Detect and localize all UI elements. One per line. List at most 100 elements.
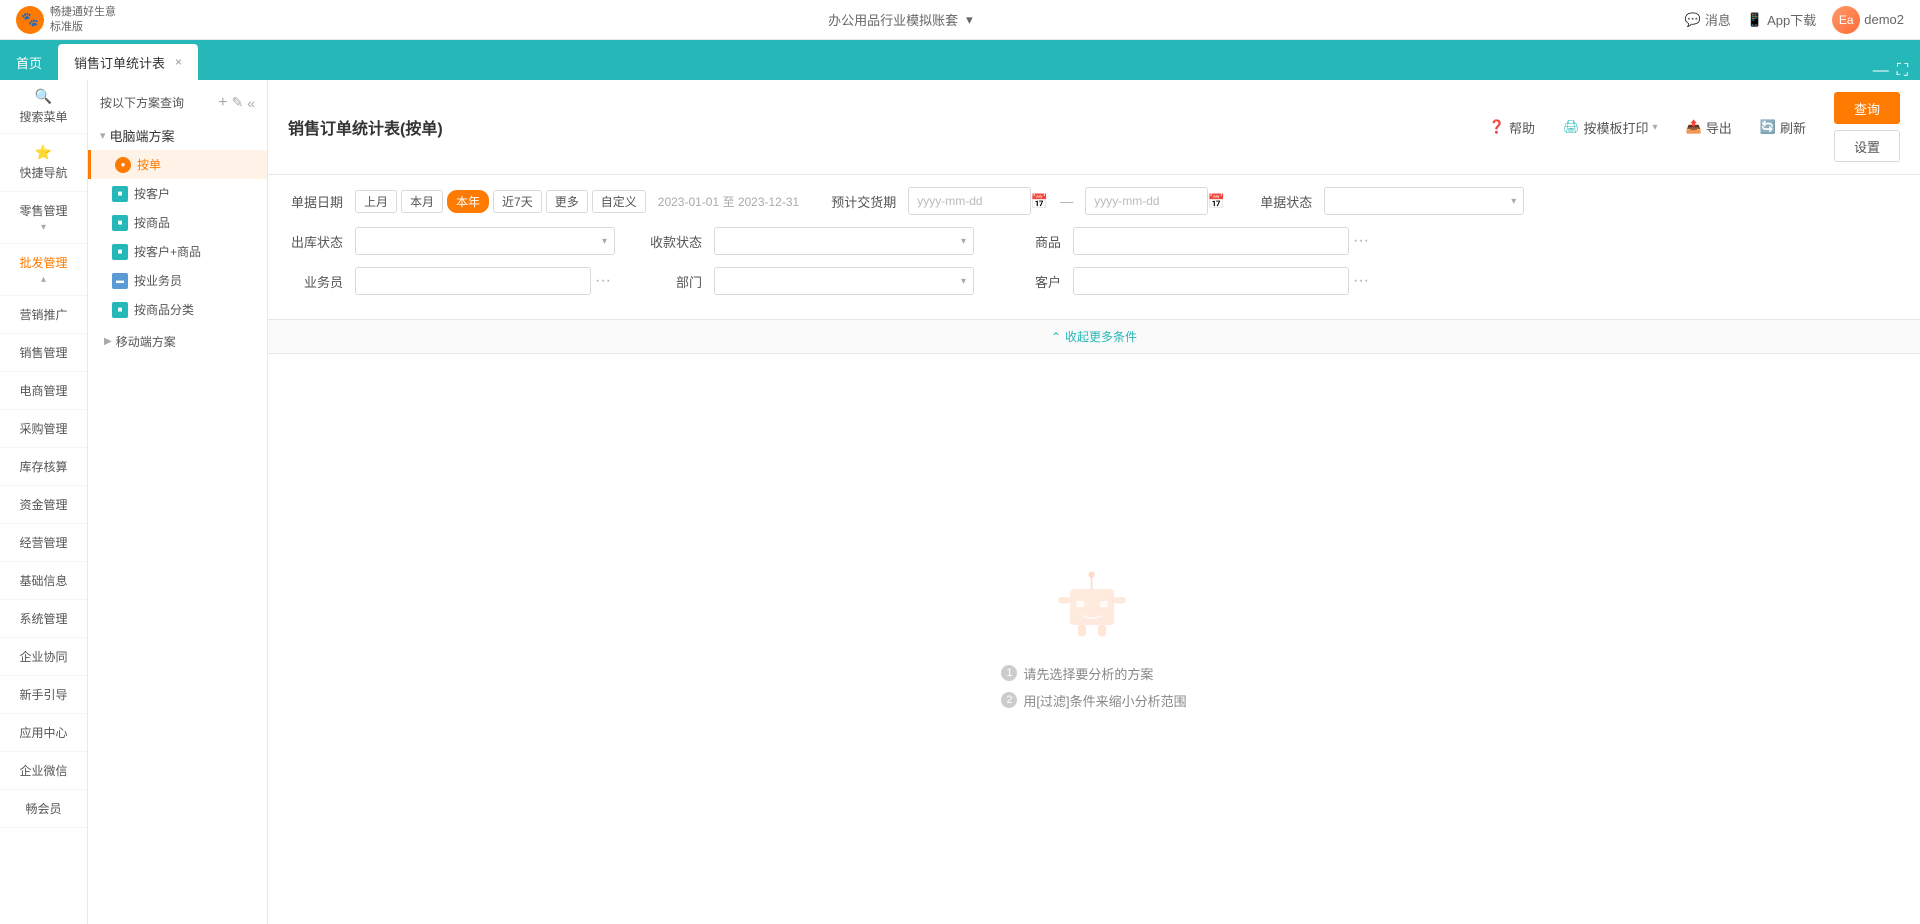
bill-status-select[interactable]	[1324, 187, 1524, 215]
add-scheme-btn[interactable]: +	[218, 95, 227, 111]
by-customer-icon: ■	[112, 186, 128, 202]
out-status-select[interactable]	[355, 227, 615, 255]
template-print-btn[interactable]: 🖨 按模板打印 ▾	[1555, 114, 1666, 141]
empty-illustration	[1054, 561, 1134, 641]
message-btn[interactable]: 💬 消息	[1685, 10, 1731, 29]
this-year-btn[interactable]: 本年	[447, 190, 489, 213]
customer-wrap: ···	[1073, 267, 1373, 295]
page-actions: ❓ 帮助 🖨 按模板打印 ▾ 📤 导出 🔄 刷新	[1481, 92, 1900, 162]
pay-status-wrap: ▾	[714, 227, 974, 255]
sidebar-search[interactable]: 🔍 搜索菜单	[0, 80, 87, 134]
filter-row-2: 出库状态 ▾ 收款状态 ▾ 商品	[288, 227, 1900, 255]
edit-scheme-btn[interactable]: ✎	[231, 94, 243, 111]
tree-item-by-order[interactable]: ● 按单	[88, 150, 267, 179]
sidebar-item-finance[interactable]: 资金管理	[0, 486, 87, 524]
left-panel: 按以下方案查询 + ✎ « ▾ 电脑端方案 ● 按单 ■ 按客户 ■ 按商	[88, 80, 268, 924]
logo-text: 畅捷通好生意 标准版	[50, 5, 116, 34]
by-goods-icon: ■	[112, 215, 128, 231]
bill-status-wrap: ▾	[1324, 187, 1524, 215]
date-range-display: 2023-01-01 至 2023-12-31	[658, 193, 799, 210]
date-separator: —	[1060, 194, 1073, 209]
sidebar-item-sales[interactable]: 销售管理	[0, 334, 87, 372]
help-btn[interactable]: ❓ 帮助	[1481, 114, 1543, 141]
query-button[interactable]: 查询	[1834, 92, 1900, 124]
expected-date-end-input[interactable]	[1085, 187, 1208, 215]
sidebar-item-purchase[interactable]: 采购管理	[0, 410, 87, 448]
sidebar-item-marketing[interactable]: 营销推广	[0, 296, 87, 334]
sidebar-item-wechat[interactable]: 企业微信	[0, 752, 87, 790]
sidebar-item-newbie[interactable]: 新手引导	[0, 676, 87, 714]
last7days-btn[interactable]: 近7天	[493, 190, 542, 213]
last-month-btn[interactable]: 上月	[355, 190, 397, 213]
help-icon: ❓	[1489, 119, 1505, 135]
by-order-icon: ●	[115, 157, 131, 173]
sidebar-item-member[interactable]: 畅会员	[0, 790, 87, 828]
pc-section-arrow: ▾	[100, 129, 106, 142]
page-header: 销售订单统计表(按单) ❓ 帮助 🖨 按模板打印 ▾ 📤 导出	[268, 80, 1920, 175]
sidebar-shortcut[interactable]: ⭐ 快捷导航	[0, 134, 87, 192]
export-btn[interactable]: 📤 导出	[1678, 114, 1740, 141]
tree-item-by-goods-category[interactable]: ■ 按商品分类	[88, 295, 267, 324]
customer-more-icon[interactable]: ···	[1349, 272, 1373, 290]
avatar: Ea	[1832, 6, 1860, 34]
page-title-row: 销售订单统计表(按单) ❓ 帮助 🖨 按模板打印 ▾ 📤 导出	[288, 92, 1900, 162]
content-area: 销售订单统计表(按单) ❓ 帮助 🖨 按模板打印 ▾ 📤 导出	[268, 80, 1920, 924]
window-minimize-icon[interactable]: —	[1873, 62, 1889, 80]
refresh-icon: 🔄	[1760, 119, 1776, 135]
expected-date-start-input[interactable]	[908, 187, 1031, 215]
more-btn[interactable]: 更多	[546, 190, 588, 213]
this-month-btn[interactable]: 本月	[401, 190, 443, 213]
collapse-bar[interactable]: ⌃ 收起更多条件	[268, 319, 1920, 353]
customer-input[interactable]	[1073, 267, 1349, 295]
sidebar-item-wholesale[interactable]: 批发管理 ▴	[0, 244, 87, 296]
company-selector[interactable]: 办公用品行业模拟账套 ▾	[828, 10, 973, 29]
message-icon: 💬	[1685, 12, 1701, 28]
sidebar-item-ops[interactable]: 经营管理	[0, 524, 87, 562]
window-maximize-icon[interactable]: ⛶	[1897, 62, 1908, 80]
tree-item-by-salesman[interactable]: ▬ 按业务员	[88, 266, 267, 295]
tree-item-by-customer-goods[interactable]: ■ 按客户+商品	[88, 237, 267, 266]
dropdown-arrow-icon: ▾	[966, 12, 973, 28]
sidebar-item-system[interactable]: 系统管理	[0, 600, 87, 638]
refresh-btn[interactable]: 🔄 刷新	[1752, 114, 1814, 141]
tip-num-2: 2	[1001, 692, 1017, 708]
salesman-more-icon[interactable]: ···	[591, 272, 615, 290]
sidebar-item-ecom[interactable]: 电商管理	[0, 372, 87, 410]
user-menu[interactable]: Ea demo2	[1832, 6, 1904, 34]
goods-input[interactable]	[1073, 227, 1349, 255]
goods-more-icon[interactable]: ···	[1349, 232, 1373, 250]
page-title: 销售订单统计表(按单)	[288, 115, 443, 139]
mobile-section-title[interactable]: ▶ 移动端方案	[88, 328, 267, 355]
collapse-panel-btn[interactable]: «	[247, 95, 255, 111]
tab-home[interactable]: 首页	[0, 44, 58, 80]
filter-row-1: 单据日期 上月 本月 本年 近7天 更多 自定义 2023-01-01 至 20…	[288, 187, 1900, 215]
by-goods-category-icon: ■	[112, 302, 128, 318]
tree-item-by-goods[interactable]: ■ 按商品	[88, 208, 267, 237]
sidebar-item-basic[interactable]: 基础信息	[0, 562, 87, 600]
department-select[interactable]	[714, 267, 974, 295]
tab-sales-stats[interactable]: 销售订单统计表 ×	[58, 44, 198, 80]
left-panel-header-icons: + ✎ «	[218, 94, 255, 111]
chevron-up-icon: ▴	[41, 274, 46, 285]
custom-btn[interactable]: 自定义	[592, 190, 646, 213]
top-bar: 🐾 畅捷通好生意 标准版 办公用品行业模拟账套 ▾ 💬 消息 📱 App下载 E…	[0, 0, 1920, 40]
expected-date-label: 预计交货期	[831, 192, 896, 211]
pc-section-title[interactable]: ▾ 电脑端方案	[88, 121, 267, 150]
calendar-start-icon[interactable]: 📅	[1031, 193, 1048, 210]
template-arrow-icon: ▾	[1653, 122, 1658, 133]
sidebar-item-retail[interactable]: 零售管理 ▾	[0, 192, 87, 244]
download-btn[interactable]: 📱 App下载	[1747, 10, 1816, 29]
out-status-wrap: ▾	[355, 227, 615, 255]
sidebar-item-appstore[interactable]: 应用中心	[0, 714, 87, 752]
tree-item-by-customer[interactable]: ■ 按客户	[88, 179, 267, 208]
empty-tips: 1 请先选择要分析的方案 2 用[过滤]条件来缩小分析范围	[1001, 664, 1186, 718]
calendar-end-icon[interactable]: 📅	[1208, 193, 1225, 210]
pay-status-select[interactable]	[714, 227, 974, 255]
tip-num-1: 1	[1001, 665, 1017, 681]
sidebar-item-inventory[interactable]: 库存核算	[0, 448, 87, 486]
empty-state: 1 请先选择要分析的方案 2 用[过滤]条件来缩小分析范围	[268, 354, 1920, 924]
tab-close-btn[interactable]: ×	[175, 55, 182, 69]
settings-button[interactable]: 设置	[1834, 130, 1900, 162]
salesman-input[interactable]	[355, 267, 591, 295]
sidebar-item-corp[interactable]: 企业协同	[0, 638, 87, 676]
